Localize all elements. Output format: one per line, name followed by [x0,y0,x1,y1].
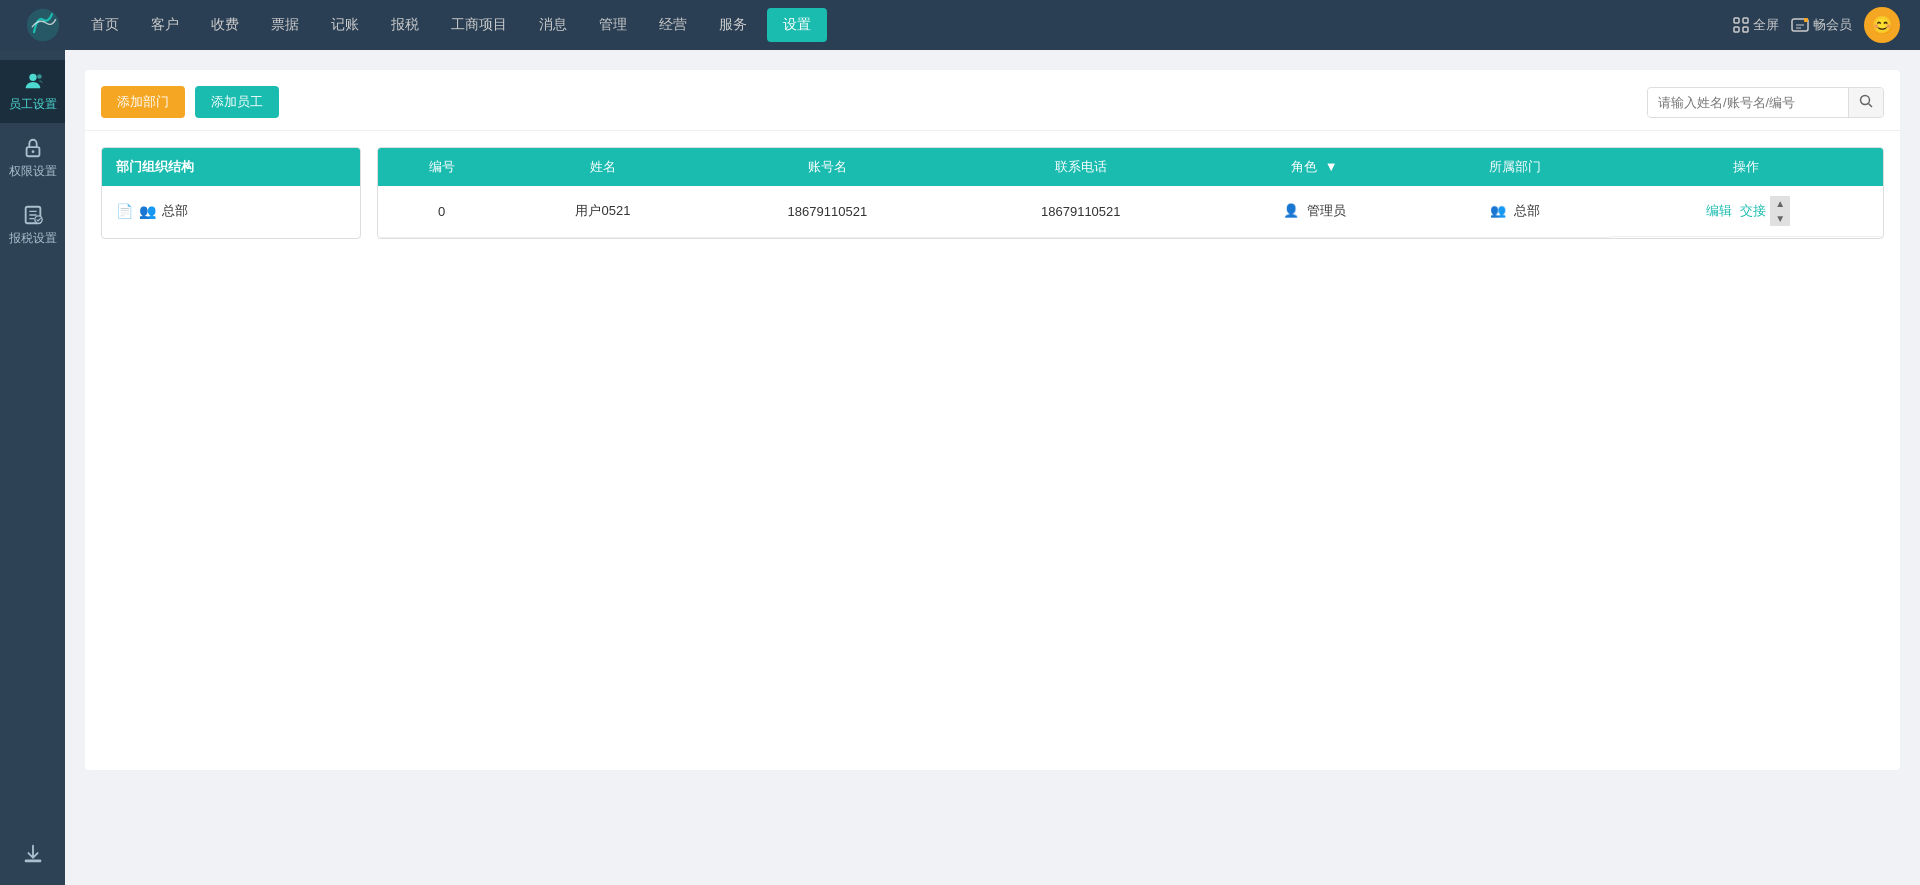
file-icon: 📄 [116,203,133,219]
col-id: 编号 [378,148,505,186]
dept-tree: 部门组织结构 📄 👥 总部 [101,147,361,239]
search-button[interactable] [1848,88,1883,117]
role-user-icon: 👤 [1283,203,1299,218]
main-layout: 员工设置 权限设置 报税设置 [0,50,1920,885]
nav-message[interactable]: 消息 [523,0,583,50]
dept-name: 总部 [162,202,188,220]
svg-point-0 [26,9,58,41]
add-dept-button[interactable]: 添加部门 [101,86,185,118]
filter-icon[interactable]: ▼ [1325,159,1338,174]
toolbar: 添加部门 添加员工 [85,70,1900,131]
edit-link[interactable]: 编辑 [1706,202,1732,220]
svg-point-14 [1861,95,1870,104]
col-dept: 所属部门 [1421,148,1610,186]
top-navigation: 首页 客户 收费 票据 记账 报税 工商项目 消息 管理 经营 服务 设置 全屏 [0,0,1920,50]
add-employee-button[interactable]: 添加员工 [195,86,279,118]
scroll-up-btn[interactable]: ▲ [1770,196,1790,211]
sidebar-bottom [0,833,65,885]
nav-right: 全屏 畅会员 😊 [1733,7,1900,43]
dept-tree-header: 部门组织结构 [102,148,360,186]
data-table: 编号 姓名 账号名 联系电话 角色 ▼ 所属部门 操作 [378,148,1883,238]
cell-dept: 👥 总部 [1421,186,1610,237]
member-label: 畅会员 [1813,16,1852,34]
cell-name: 用户0521 [505,186,700,237]
svg-point-8 [37,74,42,79]
nav-service[interactable]: 服务 [703,0,763,50]
content-card: 添加部门 添加员工 部门组织结构 [85,70,1900,770]
nav-manage[interactable]: 管理 [583,0,643,50]
sidebar-label-taxsettings: 报税设置 [9,230,57,247]
sidebar-item-employee[interactable]: 员工设置 [0,60,65,123]
fullscreen-button[interactable]: 全屏 [1733,16,1779,34]
dept-tree-body: 📄 👥 总部 [102,186,360,236]
svg-point-12 [34,216,41,223]
svg-rect-6 [1804,18,1808,22]
member-button[interactable]: 畅会员 [1791,16,1852,34]
fullscreen-label: 全屏 [1753,16,1779,34]
sidebar-download[interactable] [0,833,65,875]
sidebar-label-permission: 权限设置 [9,163,57,180]
svg-rect-13 [24,860,41,863]
cell-role: 👤 管理员 [1207,186,1421,237]
nav-settings[interactable]: 设置 [767,8,827,42]
search-bar [1647,87,1884,118]
table-header-row: 编号 姓名 账号名 联系电话 角色 ▼ 所属部门 操作 [378,148,1883,186]
table-row: 0 用户0521 18679110521 18679110521 👤 管理员 👥 [378,186,1883,237]
svg-line-15 [1869,103,1873,107]
nav-fee[interactable]: 收费 [195,0,255,50]
scroll-buttons: ▲ ▼ [1770,196,1790,226]
cell-account: 18679110521 [701,186,954,237]
nav-accounting[interactable]: 记账 [315,0,375,50]
dept-user-icon-row: 👥 [1490,203,1506,218]
col-account: 账号名 [701,148,954,186]
dept-tree-item[interactable]: 📄 👥 总部 [102,194,360,228]
svg-rect-4 [1743,27,1748,32]
cell-phone: 18679110521 [954,186,1207,237]
transfer-link[interactable]: 交接 [1740,202,1766,220]
col-role: 角色 ▼ [1207,148,1421,186]
dept-value: 总部 [1514,203,1540,218]
avatar[interactable]: 😊 [1864,7,1900,43]
col-name: 姓名 [505,148,700,186]
svg-rect-1 [1734,18,1739,23]
sidebar: 员工设置 权限设置 报税设置 [0,50,65,885]
col-action: 操作 [1610,148,1883,186]
nav-invoice[interactable]: 票据 [255,0,315,50]
search-input[interactable] [1648,89,1848,116]
logo[interactable] [10,7,75,43]
nav-operation[interactable]: 经营 [643,0,703,50]
nav-customer[interactable]: 客户 [135,0,195,50]
nav-items: 首页 客户 收费 票据 记账 报税 工商项目 消息 管理 经营 服务 设置 [75,0,1733,50]
sidebar-item-taxsettings[interactable]: 报税设置 [0,194,65,257]
nav-tax[interactable]: 报税 [375,0,435,50]
col-role-label: 角色 [1291,159,1317,174]
table-area: 部门组织结构 📄 👥 总部 编号 [85,131,1900,255]
sidebar-label-employee: 员工设置 [9,96,57,113]
svg-rect-2 [1743,18,1748,23]
sidebar-item-permission[interactable]: 权限设置 [0,127,65,190]
role-value: 管理员 [1307,203,1346,218]
scroll-down-btn[interactable]: ▼ [1770,211,1790,226]
cell-actions: 编辑 交接 ▲ ▼ [1610,186,1883,237]
nav-business[interactable]: 工商项目 [435,0,523,50]
col-phone: 联系电话 [954,148,1207,186]
svg-rect-3 [1734,27,1739,32]
svg-point-7 [29,74,36,81]
dept-user-icon: 👥 [139,203,156,219]
main-content: 添加部门 添加员工 部门组织结构 [65,50,1920,885]
nav-home[interactable]: 首页 [75,0,135,50]
svg-point-10 [31,150,34,153]
employee-table: 编号 姓名 账号名 联系电话 角色 ▼ 所属部门 操作 [377,147,1884,239]
cell-id: 0 [378,186,505,237]
